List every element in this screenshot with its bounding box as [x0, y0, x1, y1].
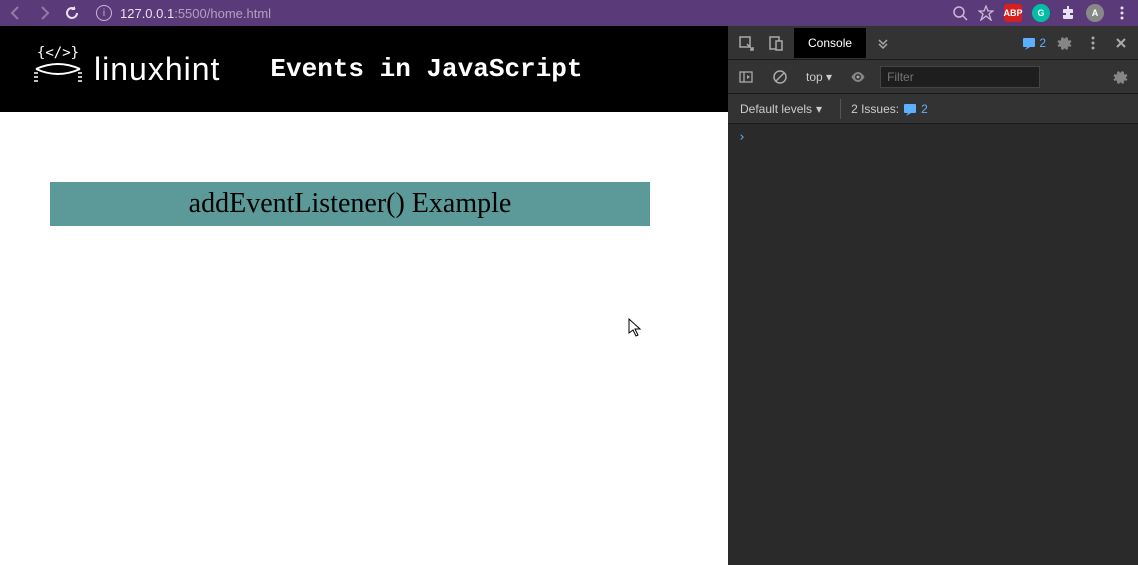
console-issues-badge[interactable]: 2	[1022, 36, 1046, 50]
log-levels-selector[interactable]: Default levels ▾	[736, 99, 826, 119]
logo-text: linuxhint	[94, 51, 220, 88]
console-prompt: ›	[738, 130, 746, 145]
svg-text:{</>}: {</>}	[37, 45, 79, 61]
live-expression-icon[interactable]	[846, 65, 870, 89]
profile-avatar[interactable]: A	[1086, 4, 1104, 22]
console-output[interactable]: ›	[728, 124, 1138, 565]
url-text: 127.0.0.1:5500/home.html	[120, 6, 271, 21]
site-info-icon[interactable]: i	[96, 5, 112, 21]
issues-link[interactable]: 2 Issues: 2	[840, 99, 932, 119]
console-settings-icon[interactable]	[1108, 65, 1132, 89]
abp-extension-icon[interactable]: ABP	[1004, 4, 1022, 22]
browser-menu-icon[interactable]	[1114, 5, 1130, 21]
back-button[interactable]	[8, 5, 24, 21]
zoom-icon[interactable]	[952, 5, 968, 21]
devtools-settings-icon[interactable]	[1052, 31, 1076, 55]
extensions-icon[interactable]	[1060, 5, 1076, 21]
reload-button[interactable]	[64, 5, 80, 21]
grammarly-extension-icon[interactable]: G	[1032, 4, 1050, 22]
device-toolbar-icon[interactable]	[764, 31, 788, 55]
bookmark-icon[interactable]	[978, 5, 994, 21]
linuxhint-logo: {</>} linuxhint	[30, 43, 220, 96]
close-devtools-icon[interactable]	[1110, 32, 1132, 54]
filter-input[interactable]	[880, 66, 1040, 88]
clear-console-icon[interactable]	[768, 65, 792, 89]
example-heading: addEventListener() Example	[50, 182, 650, 226]
devtools-panel: Console 2	[728, 26, 1138, 565]
forward-button[interactable]	[36, 5, 52, 21]
logo-icon: {</>}	[30, 43, 86, 96]
page-title: Events in JavaScript	[270, 54, 582, 84]
tab-console[interactable]: Console	[794, 28, 866, 58]
page-header: {</>} linuxhint Events in JavaScript	[0, 26, 728, 112]
more-tabs-icon[interactable]	[872, 32, 894, 54]
context-selector[interactable]: top ▾	[802, 68, 836, 86]
inspect-element-icon[interactable]	[734, 31, 758, 55]
devtools-menu-icon[interactable]	[1082, 32, 1104, 54]
console-sidebar-toggle-icon[interactable]	[734, 65, 758, 89]
url-bar[interactable]: i 127.0.0.1:5500/home.html	[92, 5, 940, 21]
